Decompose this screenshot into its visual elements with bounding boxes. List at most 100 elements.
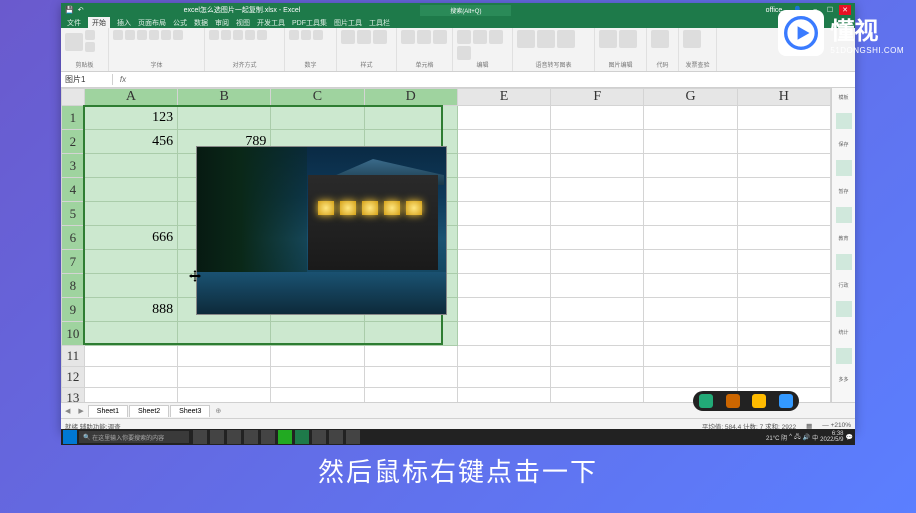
- float-btn-4[interactable]: [779, 394, 793, 408]
- cell-E2[interactable]: [457, 130, 550, 154]
- cell-F1[interactable]: [551, 106, 644, 130]
- cell-F11[interactable]: [551, 346, 644, 367]
- cell-H4[interactable]: [737, 178, 830, 202]
- cell-C11[interactable]: [271, 346, 364, 367]
- cell-E11[interactable]: [457, 346, 550, 367]
- tab-dev[interactable]: 开发工具: [257, 18, 285, 28]
- cell-G12[interactable]: [644, 367, 737, 388]
- zoom-level[interactable]: 210%: [834, 422, 851, 429]
- cell-E1[interactable]: [457, 106, 550, 130]
- row-header-12[interactable]: 12: [62, 367, 85, 388]
- cell-G6[interactable]: [644, 226, 737, 250]
- taskbar-search[interactable]: 🔍 在这里输入你要搜索的内容: [79, 431, 189, 443]
- side-item-0[interactable]: [836, 113, 852, 129]
- currency-icon[interactable]: [289, 30, 299, 40]
- cell-A10[interactable]: [84, 322, 177, 346]
- cell-style-icon[interactable]: [373, 30, 387, 44]
- autosum-icon[interactable]: [457, 30, 471, 44]
- comma-icon[interactable]: [313, 30, 323, 40]
- name-box[interactable]: 图片1: [61, 74, 113, 85]
- tray-vol-icon[interactable]: 🔊: [803, 434, 810, 441]
- sort-filter-icon[interactable]: [489, 30, 503, 44]
- cell-H5[interactable]: [737, 202, 830, 226]
- float-btn-3[interactable]: [752, 394, 766, 408]
- cell-F6[interactable]: [551, 226, 644, 250]
- tab-review[interactable]: 审阅: [215, 18, 229, 28]
- cell-C1[interactable]: [271, 106, 364, 130]
- cell-H9[interactable]: [737, 298, 830, 322]
- cell-A12[interactable]: [84, 367, 177, 388]
- tab-home[interactable]: 开始: [88, 17, 110, 29]
- cell-G11[interactable]: [644, 346, 737, 367]
- cell-C13[interactable]: [271, 388, 364, 403]
- tray-up-icon[interactable]: ^: [789, 434, 792, 440]
- sheet-tab-2[interactable]: Sheet2: [129, 405, 169, 417]
- side-item-5[interactable]: [836, 348, 852, 364]
- cell-H12[interactable]: [737, 367, 830, 388]
- floating-toolbar[interactable]: [693, 391, 799, 411]
- cond-format-icon[interactable]: [341, 30, 355, 44]
- taskbar-edge-icon[interactable]: [244, 430, 258, 444]
- align-left-icon[interactable]: [209, 30, 219, 40]
- cell-B13[interactable]: [178, 388, 271, 403]
- border-icon[interactable]: [149, 30, 159, 40]
- cell-G4[interactable]: [644, 178, 737, 202]
- cut-icon[interactable]: [85, 30, 95, 40]
- cell-G7[interactable]: [644, 250, 737, 274]
- cell-D12[interactable]: [364, 367, 457, 388]
- chart-icon[interactable]: [537, 30, 555, 48]
- cell-C10[interactable]: [271, 322, 364, 346]
- tab-tools[interactable]: 工具栏: [369, 18, 390, 28]
- cell-E12[interactable]: [457, 367, 550, 388]
- fill-down-icon[interactable]: [473, 30, 487, 44]
- tab-picture[interactable]: 图片工具: [334, 18, 362, 28]
- tray-notif-icon[interactable]: 💬: [846, 434, 853, 441]
- cell-A5[interactable]: [84, 202, 177, 226]
- cell-F8[interactable]: [551, 274, 644, 298]
- cell-E7[interactable]: [457, 250, 550, 274]
- cell-F4[interactable]: [551, 178, 644, 202]
- tab-file[interactable]: 文件: [67, 18, 81, 28]
- row-header-11[interactable]: 11: [62, 346, 85, 367]
- cell-B11[interactable]: [178, 346, 271, 367]
- col-header-D[interactable]: D: [364, 89, 457, 106]
- find-icon[interactable]: [457, 46, 471, 60]
- table-style-icon[interactable]: [357, 30, 371, 44]
- cell-C12[interactable]: [271, 367, 364, 388]
- row-header-2[interactable]: 2: [62, 130, 85, 154]
- cell-F3[interactable]: [551, 154, 644, 178]
- tab-pdf[interactable]: PDF工具集: [292, 18, 327, 28]
- cell-G2[interactable]: [644, 130, 737, 154]
- cell-A6[interactable]: 666: [84, 226, 177, 250]
- format-cells-icon[interactable]: [433, 30, 447, 44]
- taskbar-app-icon[interactable]: [261, 430, 275, 444]
- sheet-tab-1[interactable]: Sheet1: [88, 405, 128, 417]
- cell-A8[interactable]: [84, 274, 177, 298]
- cell-D10[interactable]: [364, 322, 457, 346]
- align-center-icon[interactable]: [221, 30, 231, 40]
- taskbar-cortana-icon[interactable]: [193, 430, 207, 444]
- cell-A9[interactable]: 888: [84, 298, 177, 322]
- pdf-icon[interactable]: [557, 30, 575, 48]
- row-header-13[interactable]: 13: [62, 388, 85, 403]
- cell-A3[interactable]: [84, 154, 177, 178]
- code-icon[interactable]: [651, 30, 669, 48]
- cell-F13[interactable]: [551, 388, 644, 403]
- cell-A1[interactable]: 123: [84, 106, 177, 130]
- italic-icon[interactable]: [125, 30, 135, 40]
- col-header-A[interactable]: A: [84, 89, 177, 106]
- tray-clock[interactable]: 6:382022/5/9: [820, 431, 843, 443]
- wrap-icon[interactable]: [245, 30, 255, 40]
- side-item-4[interactable]: [836, 301, 852, 317]
- row-header-7[interactable]: 7: [62, 250, 85, 274]
- cell-H6[interactable]: [737, 226, 830, 250]
- taskbar-taskview-icon[interactable]: [210, 430, 224, 444]
- cell-E10[interactable]: [457, 322, 550, 346]
- cell-F2[interactable]: [551, 130, 644, 154]
- cell-G10[interactable]: [644, 322, 737, 346]
- pic-tool-icon[interactable]: [619, 30, 637, 48]
- cell-A7[interactable]: [84, 250, 177, 274]
- cell-G3[interactable]: [644, 154, 737, 178]
- new-sheet-icon[interactable]: ⊕: [211, 407, 225, 415]
- cell-B1[interactable]: [178, 106, 271, 130]
